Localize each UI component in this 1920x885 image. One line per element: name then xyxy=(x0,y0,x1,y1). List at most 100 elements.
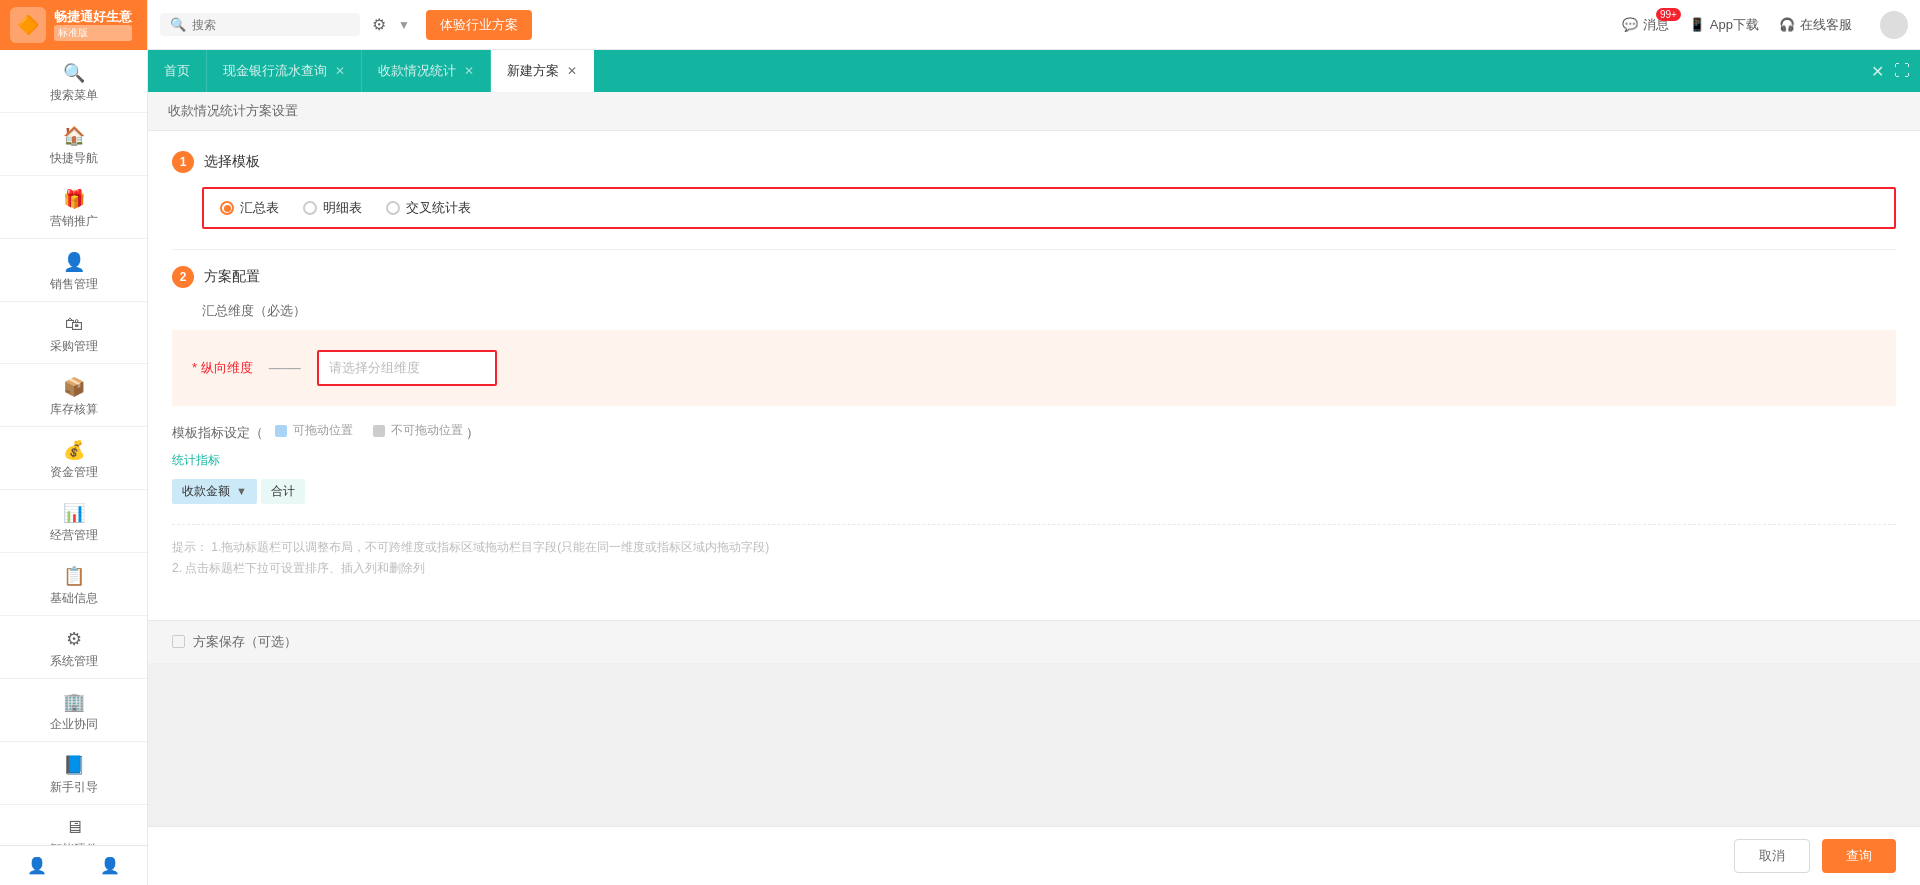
vertical-dimension-label: * 纵向维度 xyxy=(192,359,253,377)
cancel-button[interactable]: 取消 xyxy=(1734,839,1810,873)
marketing-icon: 🎁 xyxy=(63,188,85,210)
close-tab-new-plan[interactable]: ✕ xyxy=(567,64,577,78)
tab-bank-flow[interactable]: 现金银行流水查询 ✕ xyxy=(207,50,362,92)
chevron-down-icon: ▼ xyxy=(236,485,247,497)
sidebar-item-enterprise[interactable]: 🏢 企业协同 xyxy=(0,679,147,742)
avatar1-icon: 👤 xyxy=(27,856,47,875)
sidebar-navigation: 🔍 搜索菜单 🏠 快捷导航 🎁 营销推广 👤 销售管理 🛍 采购管理 📦 库存核… xyxy=(0,50,147,845)
dimension-select-box[interactable]: 请选择分组维度 xyxy=(317,350,497,386)
download-icon: 📱 xyxy=(1689,17,1705,32)
tab-receipt-stat[interactable]: 收款情况统计 ✕ xyxy=(362,50,491,92)
finance-icon: 💰 xyxy=(63,439,85,461)
sidebar-item-finance[interactable]: 💰 资金管理 xyxy=(0,427,147,490)
download-item[interactable]: 📱 App下载 xyxy=(1689,16,1759,34)
metrics-tag-container: 收款金额 ▼ 合计 xyxy=(172,475,1896,504)
trial-button[interactable]: 体验行业方案 xyxy=(426,10,532,40)
operation-icon: 📊 xyxy=(63,502,85,524)
sidebar-item-sales[interactable]: 👤 销售管理 xyxy=(0,239,147,302)
page-header: 收款情况统计方案设置 xyxy=(148,92,1920,131)
sidebar-item-basic-info[interactable]: 📋 基础信息 xyxy=(0,553,147,616)
step2-number: 2 xyxy=(172,266,194,288)
sidebar-item-system[interactable]: ⚙ 系统管理 xyxy=(0,616,147,679)
sidebar: 🔶 畅捷通好生意 标准版 🔍 搜索菜单 🏠 快捷导航 🎁 营销推广 👤 销售管理… xyxy=(0,0,148,885)
sidebar-item-purchase[interactable]: 🛍 采购管理 xyxy=(0,302,147,364)
logo-icon: 🔶 xyxy=(10,7,46,43)
legend-draggable: 可拖动位置 xyxy=(275,422,353,439)
radio-summary[interactable]: 汇总表 xyxy=(220,199,279,217)
metrics-tag-payment[interactable]: 收款金额 ▼ xyxy=(172,479,257,504)
sidebar-footer-avatar1[interactable]: 👤 xyxy=(27,856,47,875)
draggable-dot xyxy=(275,425,287,437)
sidebar-footer: 👤 👤 xyxy=(0,845,147,885)
metrics-subtag-total: 合计 xyxy=(261,479,305,504)
sales-icon: 👤 xyxy=(63,251,85,273)
sidebar-item-smart-hw[interactable]: 🖥 智能硬件 xyxy=(0,805,147,845)
sidebar-item-search-menu[interactable]: 🔍 搜索菜单 xyxy=(0,50,147,113)
search-box[interactable]: 🔍 xyxy=(160,13,360,36)
step2-title: 方案配置 xyxy=(204,268,260,286)
logo-text: 畅捷通好生意 标准版 xyxy=(54,9,132,42)
guide-icon: 📘 xyxy=(63,754,85,776)
sidebar-item-quick-nav[interactable]: 🏠 快捷导航 xyxy=(0,113,147,176)
non-draggable-dot xyxy=(373,425,385,437)
step1-title: 选择模板 xyxy=(204,153,260,171)
main-content: 🔍 ⚙ ▼ 体验行业方案 💬 消息 99+ 📱 App下载 🎧 在线客服 xyxy=(148,0,1920,885)
inventory-icon: 📦 xyxy=(63,376,85,398)
dimension-row: * 纵向维度 —— 请选择分组维度 xyxy=(192,350,1876,386)
tab-home[interactable]: 首页 xyxy=(148,50,207,92)
query-button[interactable]: 查询 xyxy=(1822,839,1896,873)
step2-section: 2 方案配置 汇总维度（必选） * 纵向维度 —— 请选择分组维度 模板指标 xyxy=(172,266,1896,580)
tip-2: 2. 点击标题栏下拉可设置排序、插入列和删除列 xyxy=(172,558,1896,580)
tabbar: 首页 现金银行流水查询 ✕ 收款情况统计 ✕ 新建方案 ✕ ✕ ⛶ xyxy=(148,50,1920,92)
search-menu-icon: 🔍 xyxy=(63,62,85,84)
settings-icon[interactable]: ⚙ xyxy=(372,15,386,34)
dimension-arrow-icon: —— xyxy=(269,359,301,377)
search-icon: 🔍 xyxy=(170,17,186,32)
quick-nav-icon: 🏠 xyxy=(63,125,85,147)
close-all-tabs-icon[interactable]: ✕ xyxy=(1871,62,1884,81)
legend-non-draggable: 不可拖动位置 xyxy=(373,422,463,439)
search-input[interactable] xyxy=(192,18,332,32)
sidebar-item-marketing[interactable]: 🎁 营销推广 xyxy=(0,176,147,239)
topbar-right: 💬 消息 99+ 📱 App下载 🎧 在线客服 xyxy=(1622,11,1908,39)
radio-summary-circle xyxy=(220,201,234,215)
tab-new-plan[interactable]: 新建方案 ✕ xyxy=(491,50,594,92)
save-plan-checkbox[interactable] xyxy=(172,635,185,648)
chevron-down-icon[interactable]: ▼ xyxy=(398,18,410,32)
enterprise-icon: 🏢 xyxy=(63,691,85,713)
tab-actions: ✕ ⛶ xyxy=(1861,50,1920,92)
close-tab-receipt-stat[interactable]: ✕ xyxy=(464,64,474,78)
sidebar-item-operation[interactable]: 📊 经营管理 xyxy=(0,490,147,553)
service-icon: 🎧 xyxy=(1779,17,1795,32)
avatar2-icon: 👤 xyxy=(100,856,120,875)
smart-hw-icon: 🖥 xyxy=(65,817,83,838)
maximize-icon[interactable]: ⛶ xyxy=(1894,62,1910,80)
notification-icon: 💬 xyxy=(1622,17,1638,32)
purchase-icon: 🛍 xyxy=(65,314,83,335)
step1-section: 1 选择模板 汇总表 明细表 交叉统计表 xyxy=(172,151,1896,229)
metrics-legend: 可拖动位置 不可拖动位置 xyxy=(275,422,463,439)
content-area: 收款情况统计方案设置 1 选择模板 汇总表 明细表 xyxy=(148,92,1920,885)
radio-detail[interactable]: 明细表 xyxy=(303,199,362,217)
template-options: 汇总表 明细表 交叉统计表 xyxy=(202,187,1896,229)
radio-cross-circle xyxy=(386,201,400,215)
service-item[interactable]: 🎧 在线客服 xyxy=(1779,16,1852,34)
main-card: 1 选择模板 汇总表 明细表 交叉统计表 xyxy=(148,131,1920,620)
user-avatar[interactable] xyxy=(1880,11,1908,39)
sidebar-logo: 🔶 畅捷通好生意 标准版 xyxy=(0,0,147,50)
radio-detail-circle xyxy=(303,201,317,215)
bottom-section: 方案保存（可选） xyxy=(148,620,1920,663)
metrics-section-label: 统计指标 xyxy=(172,452,1896,469)
section-divider xyxy=(172,249,1896,250)
notification-item[interactable]: 💬 消息 99+ xyxy=(1622,16,1669,34)
sidebar-item-guide[interactable]: 📘 新手引导 xyxy=(0,742,147,805)
tip-1: 提示： 1.拖动标题栏可以调整布局，不可跨维度或指标区域拖动栏目字段(只能在同一… xyxy=(172,537,1896,559)
close-tab-bank-flow[interactable]: ✕ xyxy=(335,64,345,78)
step2-header: 2 方案配置 xyxy=(172,266,1896,288)
save-plan-label: 方案保存（可选） xyxy=(193,633,297,651)
radio-cross[interactable]: 交叉统计表 xyxy=(386,199,471,217)
dimension-area: * 纵向维度 —— 请选择分组维度 xyxy=(172,330,1896,406)
sidebar-footer-avatar2[interactable]: 👤 xyxy=(100,856,120,875)
basic-info-icon: 📋 xyxy=(63,565,85,587)
sidebar-item-inventory[interactable]: 📦 库存核算 xyxy=(0,364,147,427)
